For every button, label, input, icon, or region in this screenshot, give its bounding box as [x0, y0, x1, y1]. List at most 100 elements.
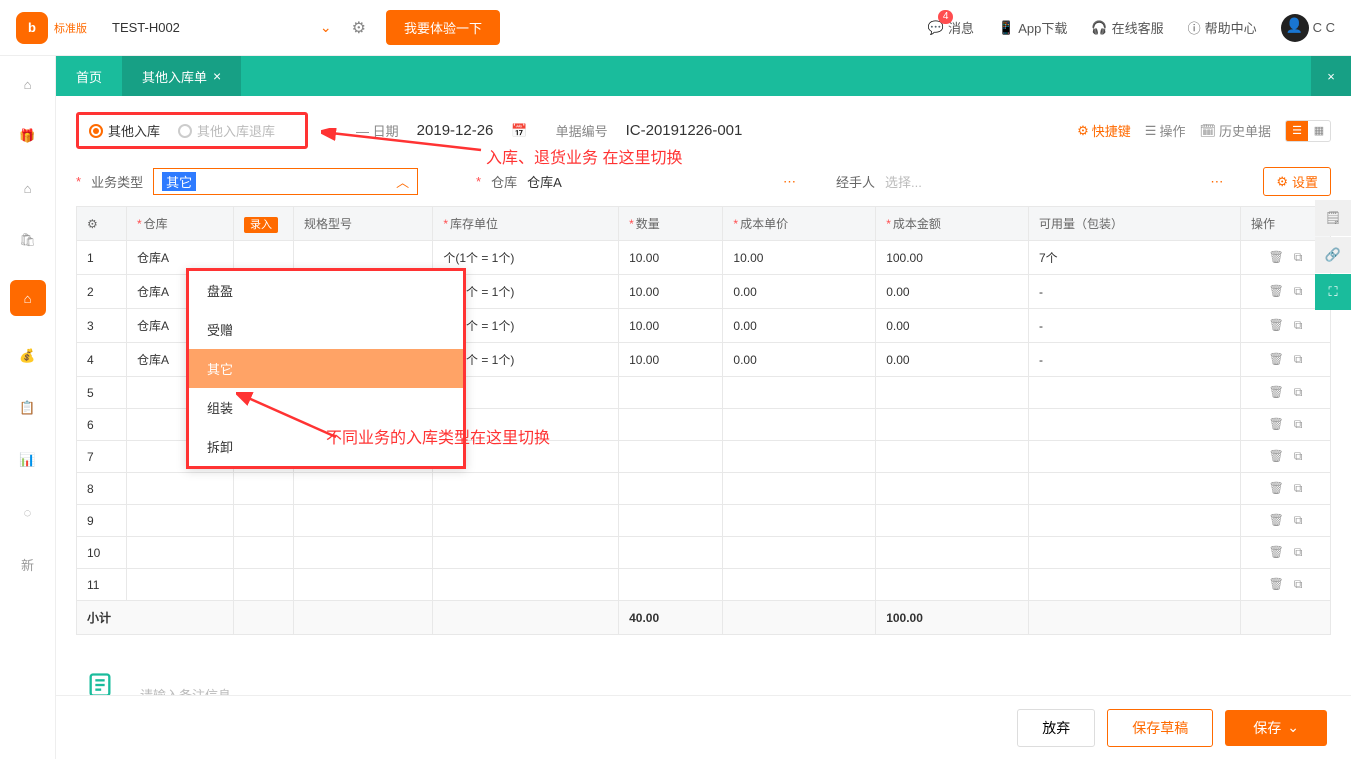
copy-icon[interactable]: ⧉	[1294, 545, 1303, 560]
config-button[interactable]: ⚙ 设置	[1263, 167, 1331, 196]
delete-icon[interactable]: 🗑	[1269, 318, 1284, 333]
app-download-link[interactable]: 📱 App下载	[998, 18, 1067, 37]
right-link-button[interactable]: 🔗	[1315, 237, 1351, 273]
copy-icon[interactable]: ⧉	[1294, 318, 1303, 333]
copy-icon[interactable]: ⧉	[1294, 577, 1303, 592]
operation-link[interactable]: ☰ 操作	[1145, 121, 1186, 140]
fields-row: * 业务类型 其它 ︿ * 仓库 仓库A ⋯ 经手人 选择... ⋯	[76, 167, 1331, 196]
delete-icon[interactable]: 🗑	[1269, 513, 1284, 528]
tab-close-icon[interactable]: ×	[213, 68, 221, 84]
col-warehouse: *仓库	[127, 207, 234, 241]
warehouse-value[interactable]: 仓库A	[527, 172, 562, 191]
table-row[interactable]: 11 🗑⧉	[77, 569, 1331, 601]
copy-icon[interactable]: ⧉	[1294, 449, 1303, 464]
nav-circle-icon[interactable]: ◌	[16, 500, 40, 524]
dropdown-option-shouzeng[interactable]: 受赠	[189, 310, 463, 349]
required-star: *	[76, 174, 81, 189]
copy-icon[interactable]: ⧉	[1294, 352, 1303, 367]
delete-icon[interactable]: 🗑	[1269, 449, 1284, 464]
nav-new-icon[interactable]: 新	[16, 552, 40, 576]
view-grid-button[interactable]: ▦	[1308, 121, 1330, 141]
tabs-bar: 首页 其他入库单 × ×	[56, 56, 1351, 96]
subtotal-amount: 100.00	[876, 601, 1029, 635]
dropdown-option-qita[interactable]: 其它	[189, 349, 463, 388]
nav-home-icon[interactable]: ⌂	[16, 72, 40, 96]
trial-button[interactable]: 我要体验一下	[386, 10, 500, 45]
view-list-button[interactable]: ☰	[1286, 121, 1308, 141]
handler-select[interactable]: 选择...	[885, 172, 922, 191]
col-unit: *库存单位	[433, 207, 619, 241]
ellipsis-icon[interactable]: ⋯	[1210, 174, 1223, 190]
annotation-arrow-1	[321, 128, 491, 158]
save-button[interactable]: 保存 ⌄	[1225, 710, 1327, 746]
delete-icon[interactable]: 🗑	[1269, 417, 1284, 432]
nav-money-icon[interactable]: 💰	[16, 344, 40, 368]
header-right: 💬 消息 4 📱 App下载 🎧 在线客服 ⓘ 帮助中心 C C	[928, 14, 1335, 42]
calendar-icon[interactable]: 📅	[511, 123, 527, 139]
close-all-tabs[interactable]: ×	[1311, 56, 1351, 96]
remark-icon-box: 备注信息	[76, 671, 124, 695]
history-link[interactable]: 🗓 历史单据	[1199, 121, 1271, 140]
user-menu[interactable]: C C	[1281, 14, 1335, 42]
save-draft-button[interactable]: 保存草稿	[1107, 709, 1213, 747]
tab-home[interactable]: 首页	[56, 56, 122, 96]
ellipsis-icon[interactable]: ⋯	[783, 174, 796, 190]
subtotal-qty: 40.00	[619, 601, 723, 635]
discard-button[interactable]: 放弃	[1017, 709, 1095, 747]
col-qty: *数量	[619, 207, 723, 241]
copy-icon[interactable]: ⧉	[1294, 481, 1303, 496]
chevron-down-icon: ⌄	[320, 19, 332, 36]
quickkey-link[interactable]: ⚙ 快捷键	[1077, 121, 1131, 140]
table-row[interactable]: 9 🗑⧉	[77, 505, 1331, 537]
table-header-row: ⚙ *仓库 录入 规格型号 *库存单位 *数量 *成本单价 *成本金额 可用量（…	[77, 207, 1331, 241]
logo-icon: b	[16, 12, 48, 44]
copy-icon[interactable]: ⧉	[1294, 417, 1303, 432]
delete-icon[interactable]: 🗑	[1269, 250, 1284, 265]
delete-icon[interactable]: 🗑	[1269, 481, 1284, 496]
nav-house-icon[interactable]: ⌂	[16, 176, 40, 200]
avatar-icon	[1281, 14, 1309, 42]
delete-icon[interactable]: 🗑	[1269, 385, 1284, 400]
nav-gift-icon[interactable]: 🎁	[16, 124, 40, 148]
copy-icon[interactable]: ⧉	[1294, 385, 1303, 400]
radio-other-inbound[interactable]: 其他入库	[89, 121, 160, 140]
warehouse-field: * 仓库 仓库A ⋯	[476, 172, 836, 191]
col-cost-price: *成本单价	[723, 207, 876, 241]
doc-number-value: IC-20191226-001	[626, 122, 743, 139]
company-selector[interactable]: TEST-H002 ⌄	[112, 19, 332, 36]
settings-icon[interactable]: ⚙	[352, 18, 366, 38]
table-row[interactable]: 10 🗑⧉	[77, 537, 1331, 569]
left-nav: ⌂ 🎁 ⌂ 🛍 ⌂ 💰 📋 📊 ◌ 新	[0, 56, 56, 759]
business-type-select[interactable]: 其它 ︿	[153, 168, 418, 195]
delete-icon[interactable]: 🗑	[1269, 284, 1284, 299]
help-center-link[interactable]: ⓘ 帮助中心	[1188, 18, 1257, 37]
messages-link[interactable]: 💬 消息 4	[928, 18, 974, 37]
copy-icon[interactable]: ⧉	[1294, 250, 1303, 265]
delete-icon[interactable]: 🗑	[1269, 545, 1284, 560]
right-fullscreen-button[interactable]: ⛶	[1315, 274, 1351, 310]
delete-icon[interactable]: 🗑	[1269, 352, 1284, 367]
copy-icon[interactable]: ⧉	[1294, 284, 1303, 299]
tab-other-inbound[interactable]: 其他入库单 ×	[122, 56, 241, 96]
nav-clipboard-icon[interactable]: 📋	[16, 396, 40, 420]
right-note-button[interactable]: 🗒	[1315, 200, 1351, 236]
nav-bag-icon[interactable]: 🛍	[16, 228, 40, 252]
scan-button[interactable]: 录入	[244, 217, 278, 233]
top-header: b 标准版 TEST-H002 ⌄ ⚙ 我要体验一下 💬 消息 4 📱 App下…	[0, 0, 1351, 56]
nav-warehouse-icon[interactable]: ⌂	[10, 280, 46, 316]
online-service-link[interactable]: 🎧 在线客服	[1091, 18, 1163, 37]
copy-icon[interactable]: ⧉	[1294, 513, 1303, 528]
radio-checked-icon	[89, 124, 103, 138]
remark-section: 备注信息	[76, 655, 1331, 695]
radio-inbound-return[interactable]: 其他入库退库	[178, 121, 275, 140]
nav-report-icon[interactable]: 📊	[16, 448, 40, 472]
logo-text: 标准版	[54, 20, 87, 36]
header-row: 其他入库 其他入库退库 — 日期 2019-12-26 📅 单据编号 IC-20…	[76, 112, 1331, 149]
remark-input[interactable]	[140, 688, 1331, 695]
content: 其他入库 其他入库退库 — 日期 2019-12-26 📅 单据编号 IC-20…	[56, 96, 1351, 695]
delete-icon[interactable]: 🗑	[1269, 577, 1284, 592]
headset-icon: 🎧	[1091, 20, 1107, 36]
table-row[interactable]: 8 🗑⧉	[77, 473, 1331, 505]
table-settings-icon[interactable]: ⚙	[77, 207, 127, 241]
dropdown-option-panying[interactable]: 盘盈	[189, 271, 463, 310]
